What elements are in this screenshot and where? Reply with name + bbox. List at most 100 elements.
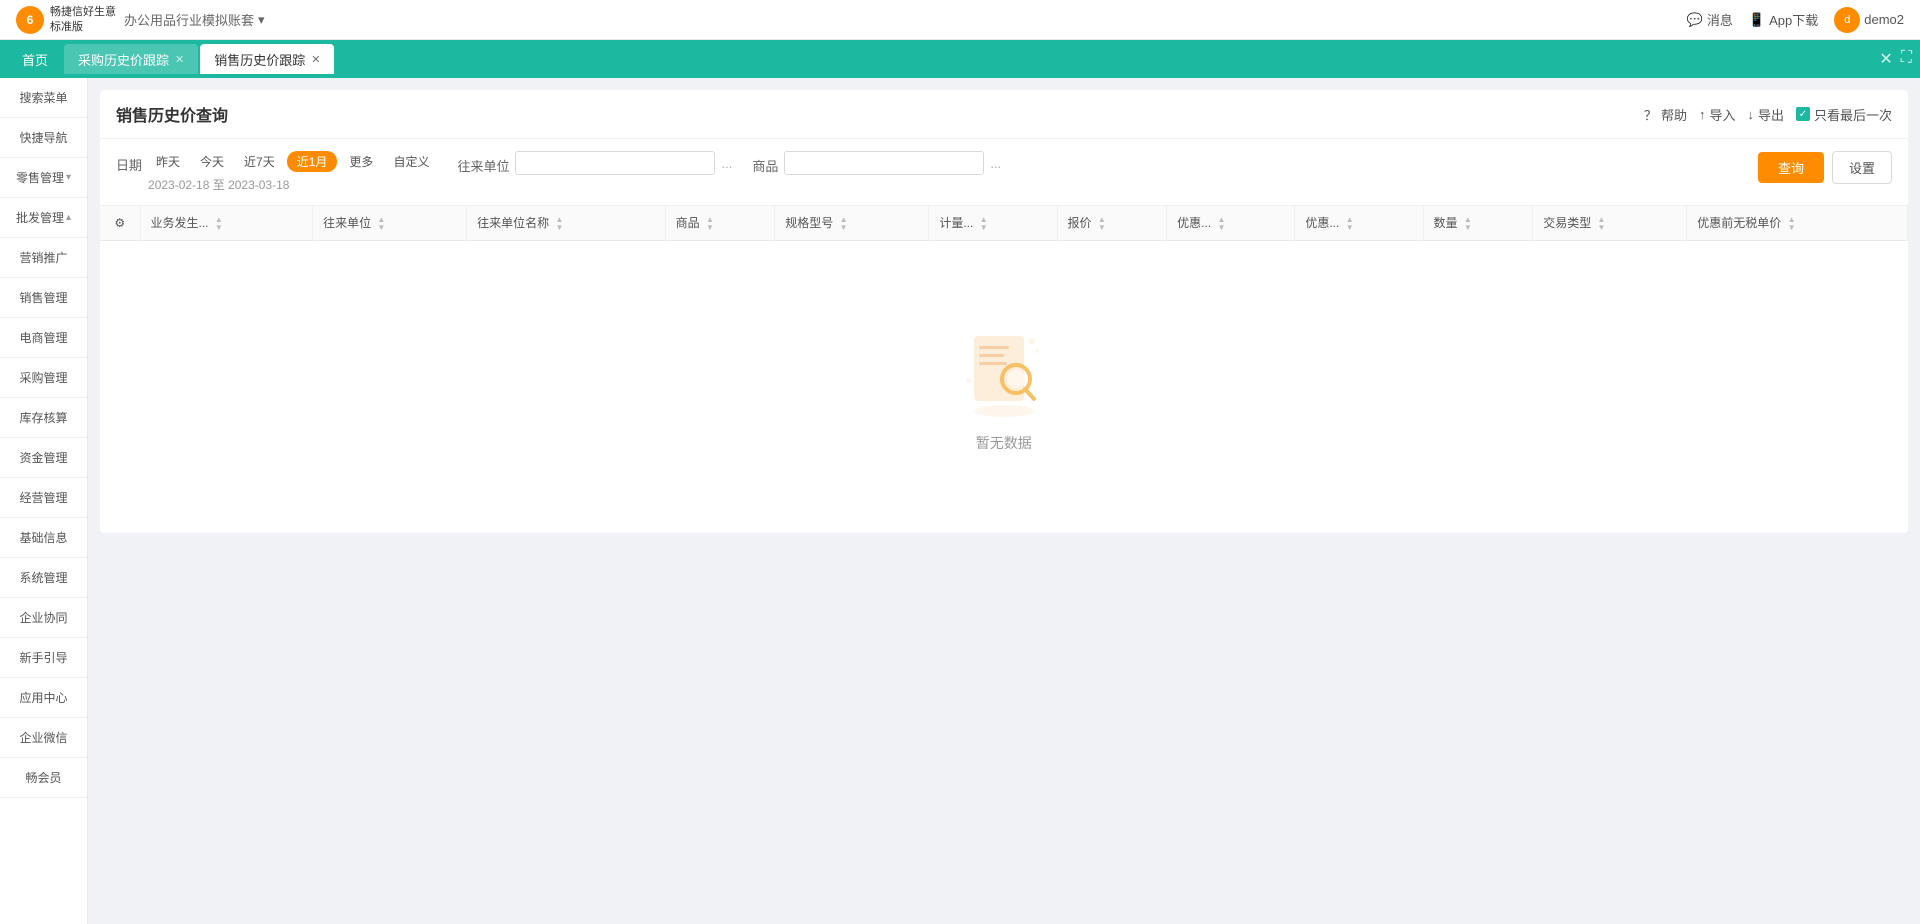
sort-arrows: ▲▼ <box>377 216 385 232</box>
product-input[interactable] <box>784 151 984 175</box>
chevron-up-icon: ▴ <box>66 212 71 223</box>
help-btn[interactable]: ？ 帮助 <box>1644 105 1687 124</box>
sidebar-item-operation-mgmt[interactable]: 经营管理 <box>0 478 87 518</box>
help-icon: ？ <box>1644 105 1657 124</box>
sidebar-item-vip-member[interactable]: 畅会员 <box>0 758 87 798</box>
sidebar-item-finance-mgmt[interactable]: 资金管理 <box>0 438 87 478</box>
query-button[interactable]: 查询 <box>1758 152 1824 183</box>
th-pretax-price[interactable]: 优惠前无税单价 ▲▼ <box>1687 206 1908 240</box>
sidebar-item-quick-nav[interactable]: 快捷导航 <box>0 118 87 158</box>
product-dots-btn[interactable]: ... <box>990 156 1001 171</box>
empty-row: 暂无数据 <box>100 240 1908 533</box>
logo-icon: 6 <box>16 6 44 34</box>
sort-arrows: ▲▼ <box>215 216 223 232</box>
th-product[interactable]: 商品 ▲▼ <box>665 206 775 240</box>
sort-arrows: ▲▼ <box>840 216 848 232</box>
sort-arrows: ▲▼ <box>1464 216 1472 232</box>
customer-dots-btn[interactable]: ... <box>721 156 732 171</box>
page-actions: ？ 帮助 ↑ 导入 ↓ 导出 ✓ 只看最后一次 <box>1644 105 1892 124</box>
sidebar-item-search-menu[interactable]: 搜索菜单 <box>0 78 87 118</box>
sidebar-item-enterprise-wechat[interactable]: 企业微信 <box>0 718 87 758</box>
sort-arrows: ▲▼ <box>1788 216 1796 232</box>
empty-illustration <box>954 321 1054 421</box>
sidebar-item-sales-mgmt[interactable]: 销售管理 <box>0 278 87 318</box>
import-btn[interactable]: ↑ 导入 <box>1699 105 1736 124</box>
sort-arrows: ▲▼ <box>1218 216 1226 232</box>
sort-arrows: ▲▼ <box>980 216 988 232</box>
tab-bar: 首页 采购历史价跟踪 ✕ 销售历史价跟踪 ✕ ✕ ⛶ <box>0 40 1920 78</box>
sidebar-item-wholesale-mgmt[interactable]: 批发管理 ▴ <box>0 198 87 238</box>
only-last-checkbox[interactable]: ✓ 只看最后一次 <box>1796 105 1892 124</box>
top-bar-left: 6 畅捷信好生意 标准版 办公用品行业模拟账套 ▾ <box>16 5 265 34</box>
tab-home[interactable]: 首页 <box>8 44 62 74</box>
customer-label: 往来单位 <box>457 152 509 175</box>
th-biz-date[interactable]: 业务发生... ▲▼ <box>140 206 313 240</box>
page-card: 销售历史价查询 ？ 帮助 ↑ 导入 ↓ 导出 <box>100 90 1908 533</box>
customer-input[interactable] <box>515 151 715 175</box>
message-btn[interactable]: 💬 消息 <box>1687 10 1733 29</box>
empty-icon <box>954 321 1054 421</box>
date-options: 昨天 今天 近7天 近1月 更多 自定义 <box>148 151 437 172</box>
sidebar-item-inventory[interactable]: 库存核算 <box>0 398 87 438</box>
message-icon: 💬 <box>1687 12 1703 28</box>
top-bar: 6 畅捷信好生意 标准版 办公用品行业模拟账套 ▾ 💬 消息 📱 App下载 d… <box>0 0 1920 40</box>
page-title-bar: 销售历史价查询 ？ 帮助 ↑ 导入 ↓ 导出 <box>100 90 1908 139</box>
sidebar-item-app-center[interactable]: 应用中心 <box>0 678 87 718</box>
sort-arrows: ▲▼ <box>555 216 563 232</box>
gear-icon: ⚙ <box>114 216 125 230</box>
th-trade-type[interactable]: 交易类型 ▲▼ <box>1533 206 1687 240</box>
sort-arrows: ▲▼ <box>1598 216 1606 232</box>
date-label: 日期 <box>116 151 142 174</box>
date-btn-custom[interactable]: 自定义 <box>385 151 437 172</box>
empty-state: 暂无数据 <box>100 241 1908 533</box>
date-btn-yesterday[interactable]: 昨天 <box>148 151 188 172</box>
settings-button[interactable]: 设置 <box>1832 151 1892 184</box>
filter-dates: 昨天 今天 近7天 近1月 更多 自定义 2023-02-18 至 2023-0… <box>148 151 437 193</box>
sidebar-item-retail-mgmt[interactable]: 零售管理 ▾ <box>0 158 87 198</box>
sidebar-item-basic-info[interactable]: 基础信息 <box>0 518 87 558</box>
sidebar-item-marketing[interactable]: 营销推广 <box>0 238 87 278</box>
sidebar-item-new-guide[interactable]: 新手引导 <box>0 638 87 678</box>
checkbox-icon: ✓ <box>1796 107 1810 121</box>
download-icon: 📱 <box>1749 12 1765 28</box>
th-quoted-price[interactable]: 报价 ▲▼ <box>1057 206 1167 240</box>
date-btn-7days[interactable]: 近7天 <box>236 151 283 172</box>
th-customer-name[interactable]: 往来单位名称 ▲▼ <box>467 206 665 240</box>
tab-sales-history-close[interactable]: ✕ <box>311 53 320 66</box>
sidebar-item-ecommerce-mgmt[interactable]: 电商管理 <box>0 318 87 358</box>
date-btn-today[interactable]: 今天 <box>192 151 232 172</box>
date-filter-group: 日期 昨天 今天 近7天 近1月 更多 自定义 2023-02-18 至 202… <box>116 151 437 193</box>
th-customer-code[interactable]: 往来单位 ▲▼ <box>313 206 467 240</box>
th-unit[interactable]: 计量... ▲▼ <box>929 206 1057 240</box>
tab-close-all-btn[interactable]: ✕ <box>1879 49 1892 69</box>
sort-arrows: ▲▼ <box>706 216 714 232</box>
logo-text: 畅捷信好生意 标准版 <box>50 5 116 34</box>
th-gear[interactable]: ⚙ <box>100 206 140 240</box>
th-quantity[interactable]: 数量 ▲▼ <box>1423 206 1533 240</box>
page-content: 销售历史价查询 ？ 帮助 ↑ 导入 ↓ 导出 <box>88 78 1920 924</box>
table-wrapper: ⚙ 业务发生... ▲▼ 往来单位 ▲▼ <box>100 206 1908 533</box>
sidebar: 搜索菜单 快捷导航 零售管理 ▾ 批发管理 ▴ 营销推广 销售管理 电商管理 采… <box>0 78 88 924</box>
data-table: ⚙ 业务发生... ▲▼ 往来单位 ▲▼ <box>100 206 1908 533</box>
tab-purchase-history-close[interactable]: ✕ <box>175 53 184 66</box>
table-header-row: ⚙ 业务发生... ▲▼ 往来单位 ▲▼ <box>100 206 1908 240</box>
product-label: 商品 <box>752 152 778 175</box>
sidebar-item-purchase-mgmt[interactable]: 采购管理 <box>0 358 87 398</box>
th-discount2[interactable]: 优惠... ▲▼ <box>1295 206 1423 240</box>
date-btn-1month[interactable]: 近1月 <box>287 151 338 172</box>
date-btn-more[interactable]: 更多 <box>341 151 381 172</box>
th-discount1[interactable]: 优惠... ▲▼ <box>1167 206 1295 240</box>
main-layout: 搜索菜单 快捷导航 零售管理 ▾ 批发管理 ▴ 营销推广 销售管理 电商管理 采… <box>0 78 1920 924</box>
user-profile[interactable]: d demo2 <box>1834 7 1904 33</box>
app-selector[interactable]: 办公用品行业模拟账套 ▾ <box>124 10 265 29</box>
th-spec[interactable]: 规格型号 ▲▼ <box>775 206 929 240</box>
chevron-down-icon: ▾ <box>66 172 71 183</box>
export-icon: ↓ <box>1747 107 1754 122</box>
export-btn[interactable]: ↓ 导出 <box>1747 105 1784 124</box>
tab-sales-history[interactable]: 销售历史价跟踪 ✕ <box>200 44 334 74</box>
app-download-btn[interactable]: 📱 App下载 <box>1749 10 1818 29</box>
sidebar-item-system-mgmt[interactable]: 系统管理 <box>0 558 87 598</box>
tab-fullscreen-btn[interactable]: ⛶ <box>1901 49 1912 69</box>
sidebar-item-enterprise-collab[interactable]: 企业协同 <box>0 598 87 638</box>
tab-purchase-history[interactable]: 采购历史价跟踪 ✕ <box>64 44 198 74</box>
